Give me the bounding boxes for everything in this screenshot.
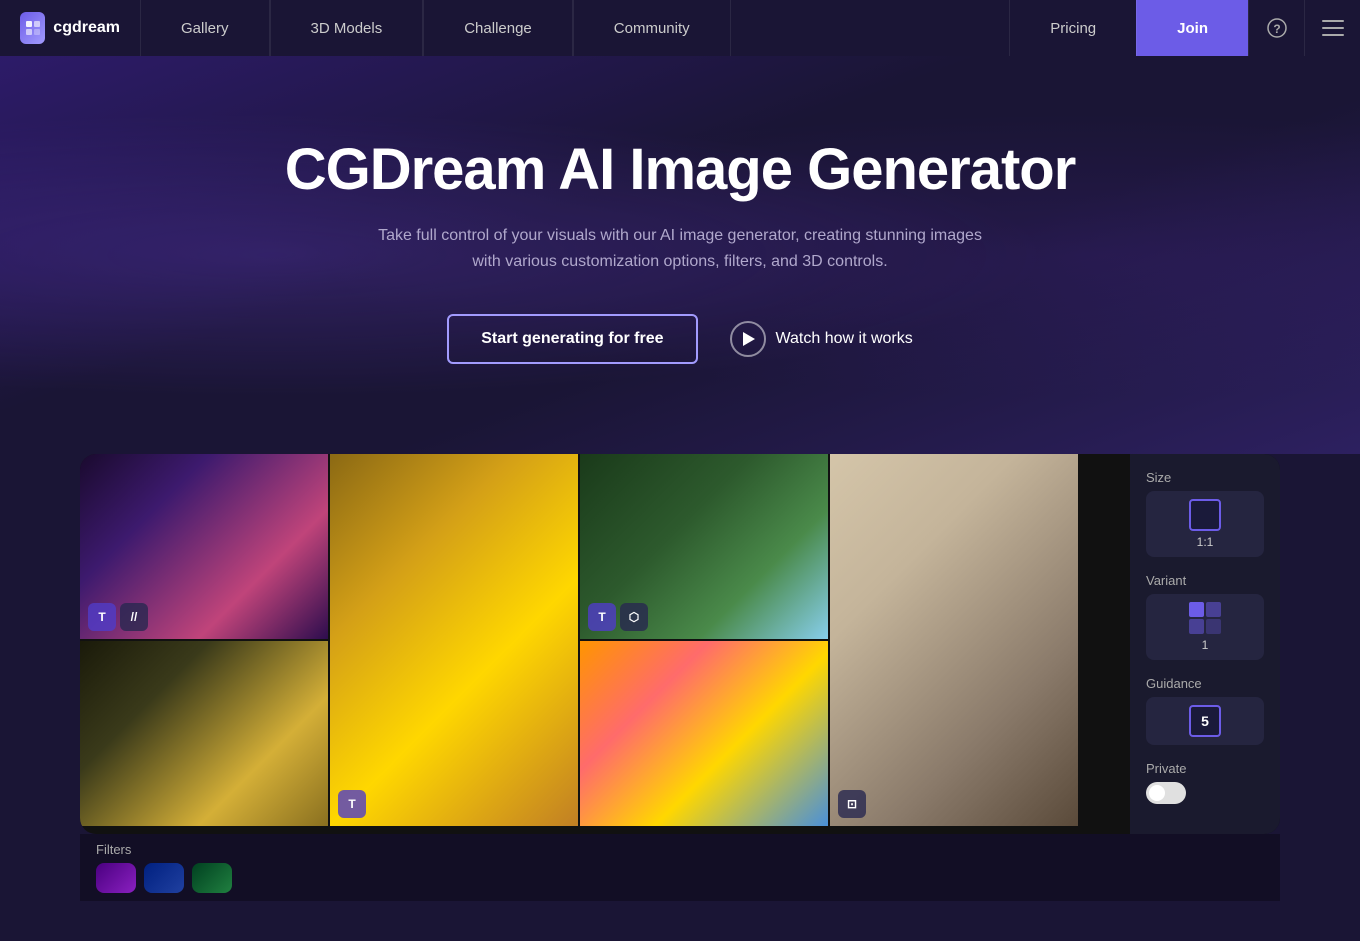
nav-items: Gallery 3D Models Challenge Community bbox=[140, 0, 707, 56]
start-generating-button[interactable]: Start generating for free bbox=[447, 314, 697, 364]
guidance-value: 5 bbox=[1189, 705, 1221, 737]
logo-icon bbox=[20, 12, 45, 44]
badge-image: ⊡ bbox=[838, 790, 866, 818]
badge-text: T bbox=[338, 790, 366, 818]
watch-how-it-works-button[interactable]: Watch how it works bbox=[730, 321, 913, 357]
nav-item-3d-models[interactable]: 3D Models bbox=[270, 0, 424, 56]
size-section: Size 1:1 bbox=[1146, 470, 1264, 557]
gallery-sidebar: Size 1:1 Variant 1 bbox=[1130, 454, 1280, 834]
image-badges: ⊡ bbox=[838, 790, 866, 818]
logo[interactable]: cgdream bbox=[0, 12, 140, 44]
nav-item-community[interactable]: Community bbox=[573, 0, 731, 56]
filter-chip-1[interactable] bbox=[96, 863, 136, 893]
nav-right: Pricing Join ? bbox=[1009, 0, 1360, 56]
gallery-item-golden-woman[interactable]: T bbox=[330, 454, 578, 826]
variant-label: Variant bbox=[1146, 573, 1264, 588]
play-triangle bbox=[743, 332, 755, 346]
hero-section: CGDream AI Image Generator Take full con… bbox=[0, 56, 1360, 454]
private-section: Private bbox=[1146, 761, 1264, 804]
badge-text: T bbox=[88, 603, 116, 631]
variant-control[interactable]: 1 bbox=[1146, 594, 1264, 660]
guidance-section: Guidance 5 bbox=[1146, 676, 1264, 745]
guidance-label: Guidance bbox=[1146, 676, 1264, 691]
private-label: Private bbox=[1146, 761, 1264, 776]
variant-section: Variant 1 bbox=[1146, 573, 1264, 660]
gallery-item-futuristic-house[interactable]: T ⬡ bbox=[580, 454, 828, 639]
variant-grid bbox=[1189, 602, 1221, 634]
gallery-container: T // T T ⬡ ⊡ bbox=[80, 454, 1280, 834]
gallery-item-fantasy-city[interactable]: T // bbox=[80, 454, 328, 639]
gallery-section: T // T T ⬡ ⊡ bbox=[0, 454, 1360, 941]
logo-text: cgdream bbox=[53, 19, 120, 37]
size-value: 1:1 bbox=[1197, 535, 1214, 549]
hero-subtitle: Take full control of your visuals with o… bbox=[0, 223, 1360, 274]
filter-chip-2[interactable] bbox=[144, 863, 184, 893]
image-badges: T bbox=[338, 790, 366, 818]
navbar: cgdream Gallery 3D Models Challenge Comm… bbox=[0, 0, 1360, 56]
badge-cube: ⬡ bbox=[620, 603, 648, 631]
svg-text:?: ? bbox=[1273, 22, 1280, 36]
filter-preview-3 bbox=[192, 863, 232, 893]
nav-menu-button[interactable] bbox=[1304, 0, 1360, 56]
size-control[interactable]: 1:1 bbox=[1146, 491, 1264, 557]
guidance-control[interactable]: 5 bbox=[1146, 697, 1264, 745]
nav-item-challenge[interactable]: Challenge bbox=[423, 0, 573, 56]
filters-bar: Filters bbox=[80, 834, 1280, 901]
filter-preview-2 bbox=[144, 863, 184, 893]
nav-join-button[interactable]: Join bbox=[1136, 0, 1248, 56]
help-icon: ? bbox=[1266, 17, 1288, 39]
badge-text: T bbox=[588, 603, 616, 631]
filter-preview-1 bbox=[96, 863, 136, 893]
image-badges: T ⬡ bbox=[588, 603, 648, 631]
filters-label: Filters bbox=[96, 842, 1264, 857]
gallery-grid: T // T T ⬡ ⊡ bbox=[80, 454, 1130, 834]
gallery-item-angel-woman[interactable] bbox=[80, 641, 328, 826]
nav-help-button[interactable]: ? bbox=[1248, 0, 1304, 56]
variant-value: 1 bbox=[1202, 638, 1209, 652]
image-badges: T // bbox=[88, 603, 148, 631]
filters-items bbox=[96, 863, 1264, 893]
play-icon bbox=[730, 321, 766, 357]
hamburger-icon bbox=[1322, 20, 1344, 36]
gallery-item-cute-cat[interactable] bbox=[580, 641, 828, 826]
size-label: Size bbox=[1146, 470, 1264, 485]
size-indicator bbox=[1189, 499, 1221, 531]
gallery-item-robot-woman[interactable]: ⊡ bbox=[830, 454, 1078, 826]
badge-stripes: // bbox=[120, 603, 148, 631]
nav-item-gallery[interactable]: Gallery bbox=[140, 0, 270, 56]
filter-chip-3[interactable] bbox=[192, 863, 232, 893]
hero-title: CGDream AI Image Generator bbox=[0, 136, 1360, 203]
private-toggle[interactable] bbox=[1146, 782, 1186, 804]
nav-pricing[interactable]: Pricing bbox=[1009, 0, 1136, 56]
private-toggle-container bbox=[1146, 782, 1264, 804]
hero-actions: Start generating for free Watch how it w… bbox=[0, 314, 1360, 364]
